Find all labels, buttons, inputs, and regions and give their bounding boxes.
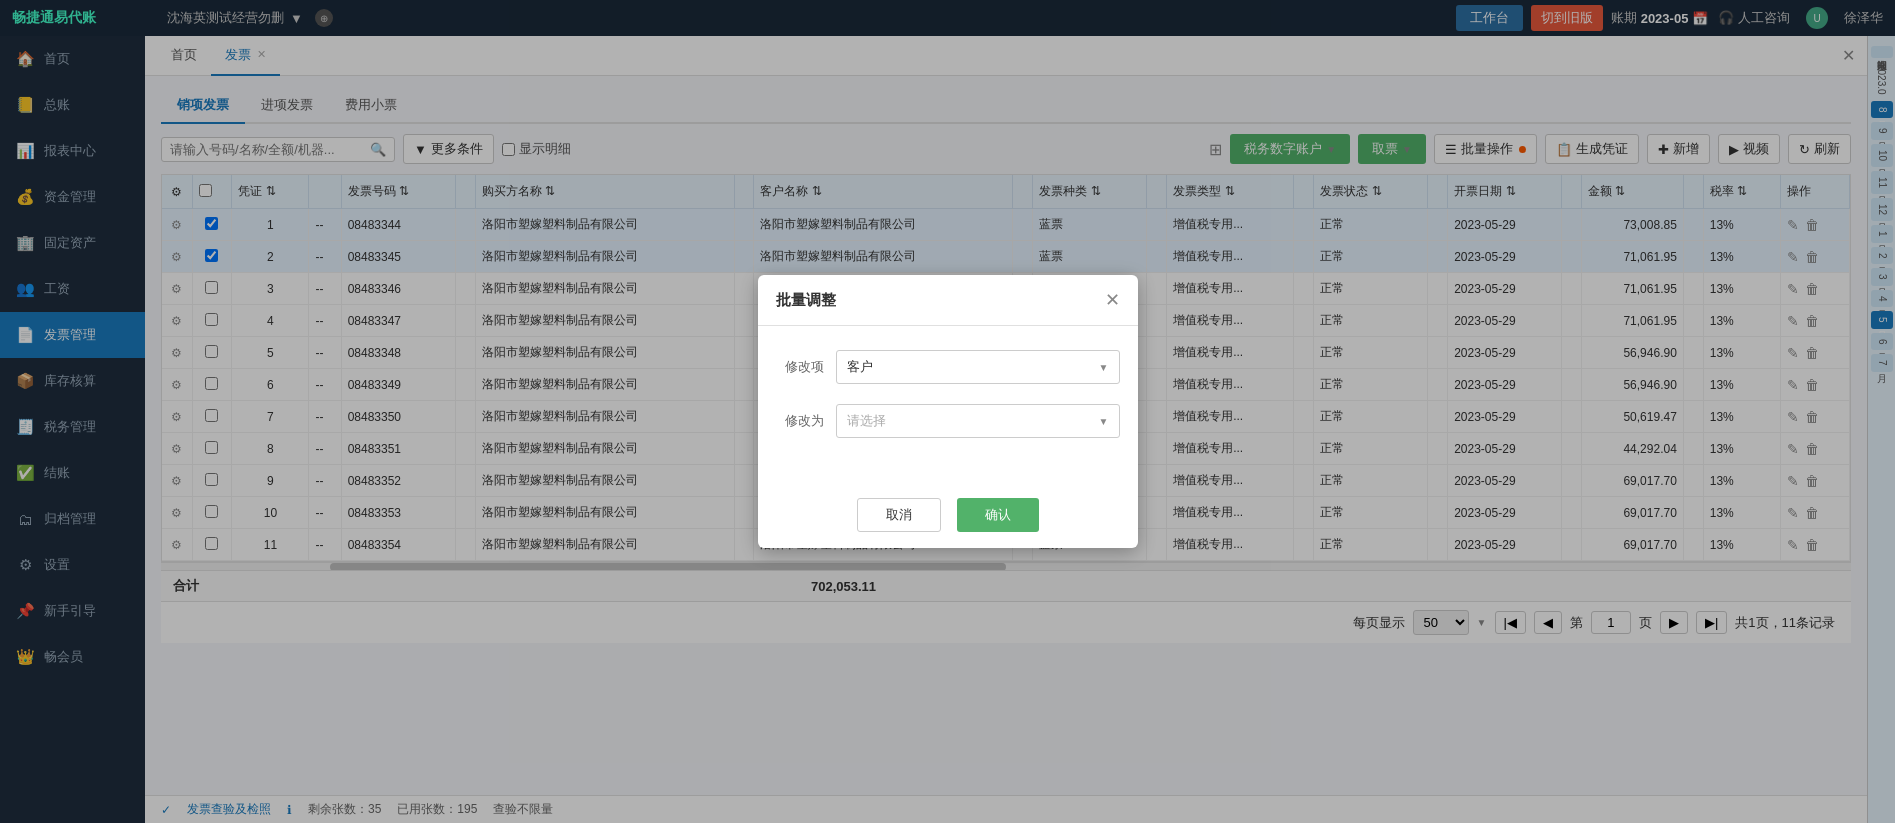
modify-to-label: 修改为: [776, 412, 836, 430]
modify-item-label: 修改项: [776, 358, 836, 376]
confirm-button[interactable]: 确认: [957, 498, 1039, 532]
modal-overlay[interactable]: 批量调整 ✕ 修改项 客户 ▼ 修改为 请选择 ▼ 取消 确认: [0, 0, 1895, 823]
batch-adjust-modal: 批量调整 ✕ 修改项 客户 ▼ 修改为 请选择 ▼ 取消 确认: [758, 275, 1138, 548]
modify-to-chevron-icon: ▼: [1099, 416, 1109, 427]
modal-body: 修改项 客户 ▼ 修改为 请选择 ▼: [758, 326, 1138, 482]
cancel-button[interactable]: 取消: [857, 498, 941, 532]
modify-item-select[interactable]: 客户 ▼: [836, 350, 1120, 384]
modal-footer: 取消 确认: [758, 482, 1138, 548]
modify-to-select[interactable]: 请选择 ▼: [836, 404, 1120, 438]
modal-close-button[interactable]: ✕: [1105, 289, 1120, 311]
modal-title: 批量调整: [776, 291, 836, 310]
modify-to-row: 修改为 请选择 ▼: [776, 404, 1120, 438]
modify-item-row: 修改项 客户 ▼: [776, 350, 1120, 384]
modify-item-chevron-icon: ▼: [1099, 362, 1109, 373]
modal-header: 批量调整 ✕: [758, 275, 1138, 326]
